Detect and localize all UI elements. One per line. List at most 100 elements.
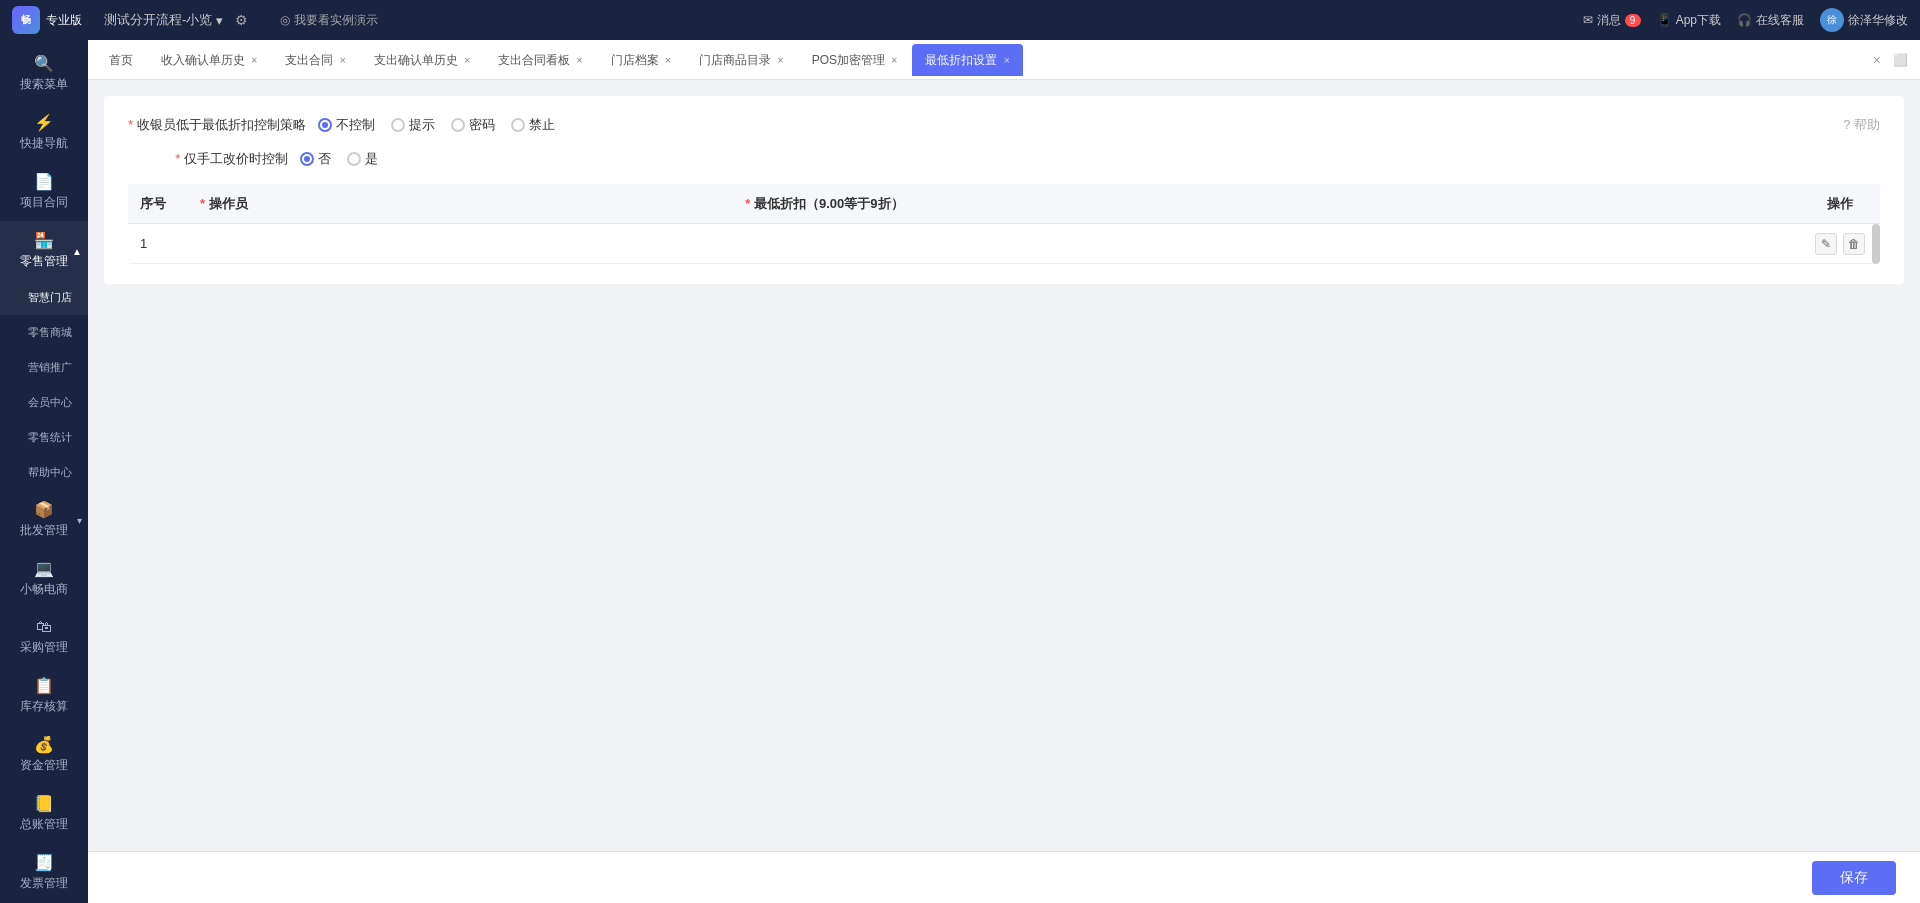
discount-policy-label: * 收银员低于最低折扣控制策略 <box>128 116 306 134</box>
sidebar-item-invoice[interactable]: 🧾 发票管理 <box>0 843 88 902</box>
messages-button[interactable]: ✉ 消息 9 <box>1583 12 1641 29</box>
tab-payment-board-close[interactable]: × <box>576 55 582 66</box>
sidebar-item-retail-stats[interactable]: 零售统计 <box>0 420 88 455</box>
sidebar-label-batch: 批发管理 <box>20 522 68 539</box>
sidebar-item-member[interactable]: 会员中心 <box>0 385 88 420</box>
discount-policy-radio-group: 不控制 提示 密码 禁止 <box>318 116 555 134</box>
project-selector[interactable]: 测试分开流程-小览 ▾ <box>104 11 223 29</box>
sidebar-item-retail[interactable]: 🏪 零售管理 ▲ <box>0 221 88 280</box>
demo-link[interactable]: ◎ 我要看实例演示 <box>280 12 378 29</box>
sidebar-item-accounting[interactable]: 📒 总账管理 <box>0 784 88 843</box>
user-menu[interactable]: 徐 徐泽华修改 <box>1820 8 1908 32</box>
tab-income-history-close[interactable]: × <box>251 55 257 66</box>
settings-icon[interactable]: ⚙ <box>235 12 248 28</box>
radio-manual-no[interactable]: 否 <box>300 150 331 168</box>
tab-min-discount-close[interactable]: × <box>1003 55 1009 66</box>
manual-control-radio-group: 否 是 <box>300 150 378 168</box>
radio-no-control[interactable]: 不控制 <box>318 116 375 134</box>
radio-password-label: 密码 <box>469 116 495 134</box>
th-action: 操作 <box>1800 195 1880 213</box>
sidebar-label-smart-store: 智慧门店 <box>28 290 72 305</box>
sidebar-item-smart-store[interactable]: 智慧门店 <box>0 280 88 315</box>
sidebar-item-marketing[interactable]: 营销推广 <box>0 350 88 385</box>
th-operator: * 操作员 <box>188 195 733 213</box>
th-seq: 序号 <box>128 195 188 213</box>
tab-home-label: 首页 <box>109 52 133 69</box>
tab-payment-contract[interactable]: 支出合同 × <box>272 44 358 76</box>
sidebar-item-project[interactable]: 📄 项目合同 <box>0 162 88 221</box>
tab-payment-confirm-history-close[interactable]: × <box>464 55 470 66</box>
invoice-icon: 🧾 <box>34 853 54 872</box>
required-star-2: * <box>175 151 180 166</box>
tab-store-catalog-close[interactable]: × <box>777 55 783 66</box>
tab-store-catalog-label: 门店商品目录 <box>699 52 771 69</box>
avatar: 徐 <box>1820 8 1844 32</box>
help-button[interactable]: ? 帮助 <box>1843 116 1880 134</box>
tab-payment-contract-close[interactable]: × <box>339 55 345 66</box>
manual-control-row: * 仅手工改价时控制 否 是 <box>128 150 1880 168</box>
chevron-down-icon: ▾ <box>216 13 223 28</box>
radio-remind[interactable]: 提示 <box>391 116 435 134</box>
th-discount: * 最低折扣（9.00等于9折） <box>733 195 1800 213</box>
messages-label: 消息 <box>1597 12 1621 29</box>
td-action-1: ✎ 🗑 <box>1800 233 1880 255</box>
bottom-bar: 保存 <box>88 851 1920 903</box>
tab-min-discount[interactable]: 最低折扣设置 × <box>912 44 1022 76</box>
discount-table: 序号 * 操作员 * 最低折扣（9.00等于9折） 操作 1 <box>128 184 1880 264</box>
scrollbar-thumb <box>1872 224 1880 264</box>
online-service-label: 在线客服 <box>1756 12 1804 29</box>
user-name: 徐泽华修改 <box>1848 12 1908 29</box>
tab-payment-confirm-history[interactable]: 支出确认单历史 × <box>361 44 483 76</box>
app-download-label: App下载 <box>1676 12 1721 29</box>
table-header: 序号 * 操作员 * 最低折扣（9.00等于9折） 操作 <box>128 184 1880 224</box>
message-icon: ✉ <box>1583 13 1593 27</box>
purchase-icon: 🛍 <box>36 618 52 636</box>
tab-store-catalog[interactable]: 门店商品目录 × <box>686 44 796 76</box>
sidebar-label-retail: 零售管理 <box>20 253 68 270</box>
accounting-icon: 📒 <box>34 794 54 813</box>
table-scrollbar[interactable] <box>1872 224 1880 264</box>
online-service-button[interactable]: 🎧 在线客服 <box>1737 12 1804 29</box>
sidebar-item-retail-mall[interactable]: 零售商城 <box>0 315 88 350</box>
logo-text: 专业版 <box>46 12 82 29</box>
tab-income-history[interactable]: 收入确认单历史 × <box>148 44 270 76</box>
sidebar-label-marketing: 营销推广 <box>28 360 72 375</box>
circle-icon: ◎ <box>280 13 290 27</box>
radio-manual-yes[interactable]: 是 <box>347 150 378 168</box>
tab-payment-confirm-history-label: 支出确认单历史 <box>374 52 458 69</box>
td-seq-1: 1 <box>128 236 188 251</box>
tab-home[interactable]: 首页 <box>96 44 146 76</box>
sidebar-item-search[interactable]: 🔍 搜索菜单 <box>0 44 88 103</box>
radio-forbid[interactable]: 禁止 <box>511 116 555 134</box>
tab-pos-password[interactable]: POS加密管理 × <box>799 44 911 76</box>
tab-store-files[interactable]: 门店档案 × <box>598 44 684 76</box>
sidebar-item-purchase[interactable]: 🛍 采购管理 <box>0 608 88 666</box>
app-download-button[interactable]: 📱 App下载 <box>1657 12 1721 29</box>
tab-pos-password-close[interactable]: × <box>891 55 897 66</box>
delete-button-1[interactable]: 🗑 <box>1843 233 1865 255</box>
sidebar-item-batch[interactable]: 📦 批发管理 ▾ <box>0 490 88 549</box>
sidebar-label-help: 帮助中心 <box>28 465 72 480</box>
sidebar-item-shortcut[interactable]: ⚡ 快捷导航 <box>0 103 88 162</box>
tab-income-history-label: 收入确认单历史 <box>161 52 245 69</box>
close-tab-icon[interactable]: × <box>1869 52 1885 68</box>
logo-icon: 畅 <box>12 6 40 34</box>
table-scroll-area: 1 ✎ 🗑 <box>128 224 1880 264</box>
main-layout: 🔍 搜索菜单 ⚡ 快捷导航 📄 项目合同 🏪 零售管理 ▲ 智慧门店 零售商城 … <box>0 40 1920 903</box>
headset-icon: 🎧 <box>1737 13 1752 27</box>
sidebar-item-inventory[interactable]: 📋 库存核算 <box>0 666 88 725</box>
tab-payment-board[interactable]: 支出合同看板 × <box>485 44 595 76</box>
sidebar-label-accounting: 总账管理 <box>20 816 68 833</box>
required-star: * <box>128 117 133 132</box>
edit-button-1[interactable]: ✎ <box>1815 233 1837 255</box>
radio-remind-label: 提示 <box>409 116 435 134</box>
sidebar-item-ecommerce[interactable]: 💻 小畅电商 <box>0 549 88 608</box>
save-button[interactable]: 保存 <box>1812 861 1896 895</box>
radio-password[interactable]: 密码 <box>451 116 495 134</box>
discount-policy-row: * 收银员低于最低折扣控制策略 不控制 提示 <box>128 116 1880 134</box>
maximize-icon[interactable]: ⬜ <box>1889 53 1912 67</box>
sidebar-item-help[interactable]: 帮助中心 <box>0 455 88 490</box>
tab-store-files-close[interactable]: × <box>665 55 671 66</box>
sidebar-item-finance[interactable]: 💰 资金管理 <box>0 725 88 784</box>
sidebar: 🔍 搜索菜单 ⚡ 快捷导航 📄 项目合同 🏪 零售管理 ▲ 智慧门店 零售商城 … <box>0 40 88 903</box>
